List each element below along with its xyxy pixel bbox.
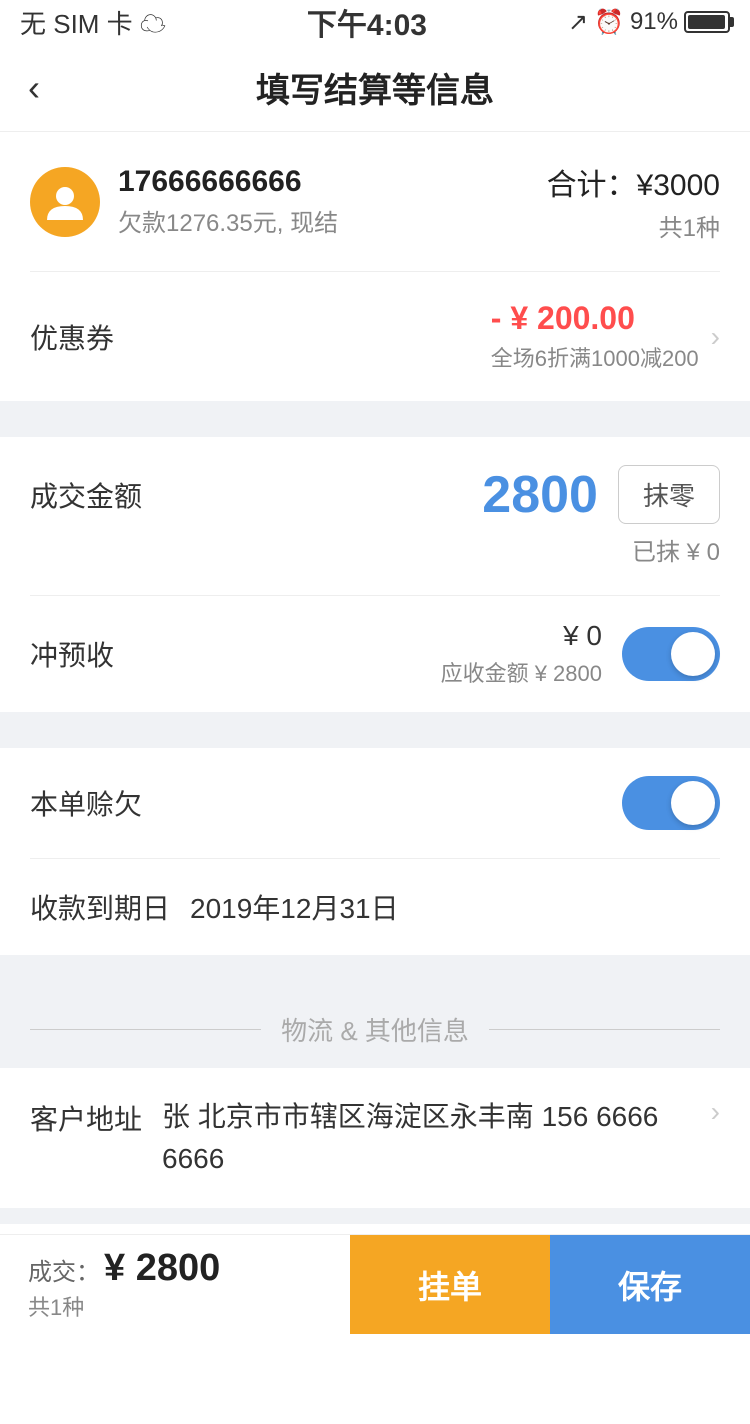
deal-amount-section: 成交金额 2800 抹零 已抹 ¥ 0 冲预收 ¥ 0 应收金额 ¥ 2800: [0, 437, 750, 712]
toggle-knob: [671, 632, 715, 676]
footer-summary: 成交： ¥ 2800 共1种: [0, 1235, 350, 1334]
coupon-row[interactable]: 优惠券 - ¥ 200.00 全场6折满1000减200 ›: [0, 272, 750, 401]
prepay-right: ¥ 0 应收金额 ¥ 2800: [441, 620, 720, 688]
due-date-label: 收款到期日: [30, 887, 170, 927]
footer-deal-line: 成交： ¥ 2800: [28, 1247, 322, 1290]
battery-icon: [684, 11, 730, 33]
header-line-left: [30, 1029, 261, 1030]
prepay-row: 冲预收 ¥ 0 应收金额 ¥ 2800: [30, 620, 720, 688]
deal-amount-value: 2800: [482, 469, 598, 521]
footer-deal-count: 共1种: [28, 1290, 322, 1322]
avatar: [30, 167, 100, 237]
nav-bar: ‹ 填写结算等信息: [0, 44, 750, 132]
gray-separator-2: [0, 728, 750, 748]
prepay-amount-block: ¥ 0 应收金额 ¥ 2800: [441, 620, 602, 688]
chevron-right-icon: ›: [711, 321, 720, 353]
deal-row: 成交金额 2800 抹零: [30, 465, 720, 524]
customer-row: 17666666666 欠款1276.35元, 现结 合计：¥3000 共1种: [0, 132, 750, 271]
status-right: ↗ ⏰ 91%: [568, 8, 730, 37]
deal-amount-label: 成交金额: [30, 475, 142, 515]
footer-bar: 成交： ¥ 2800 共1种 挂单 保存: [0, 1234, 750, 1334]
due-date-value: 2019年12月31日: [190, 887, 399, 927]
sim-status: 无 SIM 卡 ☁: [20, 4, 166, 41]
address-chevron-icon: ›: [711, 1096, 720, 1128]
prepay-amount: ¥ 0: [441, 620, 602, 652]
customer-section: 17666666666 欠款1276.35元, 现结 合计：¥3000 共1种 …: [0, 132, 750, 401]
page-title: 填写结算等信息: [256, 63, 494, 112]
prepay-sub: 应收金额 ¥ 2800: [441, 656, 602, 688]
round-button[interactable]: 抹零: [618, 465, 720, 524]
debt-section: 本单赊欠 收款到期日 2019年12月31日: [0, 748, 750, 955]
debt-label: 本单赊欠: [30, 783, 142, 823]
address-label: 客户地址: [30, 1096, 142, 1138]
back-icon: ‹: [28, 67, 40, 108]
due-date-row: 收款到期日 2019年12月31日: [0, 859, 750, 955]
address-value: 张 北京市市辖区海淀区永丰南 156 6666 6666: [162, 1096, 691, 1180]
customer-sub: 欠款1276.35元, 现结: [118, 203, 338, 238]
customer-info: 17666666666 欠款1276.35元, 现结: [118, 165, 338, 238]
status-left: 无 SIM 卡 ☁: [20, 4, 166, 41]
gray-separator-3: [0, 971, 750, 991]
location-icon: ↗: [568, 8, 588, 37]
logistics-header: 物流 & 其他信息: [0, 991, 750, 1068]
pending-button[interactable]: 挂单: [350, 1235, 550, 1334]
customer-left: 17666666666 欠款1276.35元, 现结: [30, 165, 338, 238]
footer-deal-label: 成交：: [28, 1252, 100, 1287]
gray-separator-1: [0, 417, 750, 437]
address-row[interactable]: 客户地址 张 北京市市辖区海淀区永丰南 156 6666 6666 ›: [0, 1068, 750, 1208]
total-count: 共1种: [547, 208, 720, 243]
status-bar: 无 SIM 卡 ☁ 下午4:03 ↗ ⏰ 91%: [0, 0, 750, 44]
deal-right: 2800 抹零: [482, 465, 720, 524]
logistics-title: 物流 & 其他信息: [281, 1011, 469, 1048]
total-amount: 合计：¥3000: [547, 160, 720, 204]
coupon-right: - ¥ 200.00 全场6折满1000减200 ›: [491, 300, 720, 373]
prepay-toggle[interactable]: [622, 627, 720, 681]
customer-right: 合计：¥3000 共1种: [547, 160, 720, 243]
coupon-discount-block: - ¥ 200.00 全场6折满1000减200: [491, 300, 699, 373]
address-section: 客户地址 张 北京市市辖区海淀区永丰南 156 6666 6666 ›: [0, 1068, 750, 1208]
status-time: 下午4:03: [307, 0, 427, 44]
coupon-desc: 全场6折满1000减200: [491, 341, 699, 373]
footer-deal-amount: ¥ 2800: [104, 1247, 220, 1290]
debt-toggle-knob: [671, 781, 715, 825]
back-button[interactable]: ‹: [28, 67, 40, 109]
header-line-right: [489, 1029, 720, 1030]
save-button[interactable]: 保存: [550, 1235, 750, 1334]
deal-amount-row: 成交金额 2800 抹零 已抹 ¥ 0: [0, 437, 750, 595]
already-rounded: 已抹 ¥ 0: [30, 532, 720, 567]
customer-phone: 17666666666: [118, 165, 338, 199]
coupon-label: 优惠券: [30, 317, 114, 357]
coupon-discount: - ¥ 200.00: [491, 300, 699, 337]
alarm-icon: ⏰: [594, 8, 624, 37]
debt-row: 本单赊欠: [0, 748, 750, 858]
battery-percent: 91%: [630, 8, 678, 36]
debt-toggle[interactable]: [622, 776, 720, 830]
prepay-label: 冲预收: [30, 634, 114, 674]
prepay-section: 冲预收 ¥ 0 应收金额 ¥ 2800: [0, 596, 750, 712]
